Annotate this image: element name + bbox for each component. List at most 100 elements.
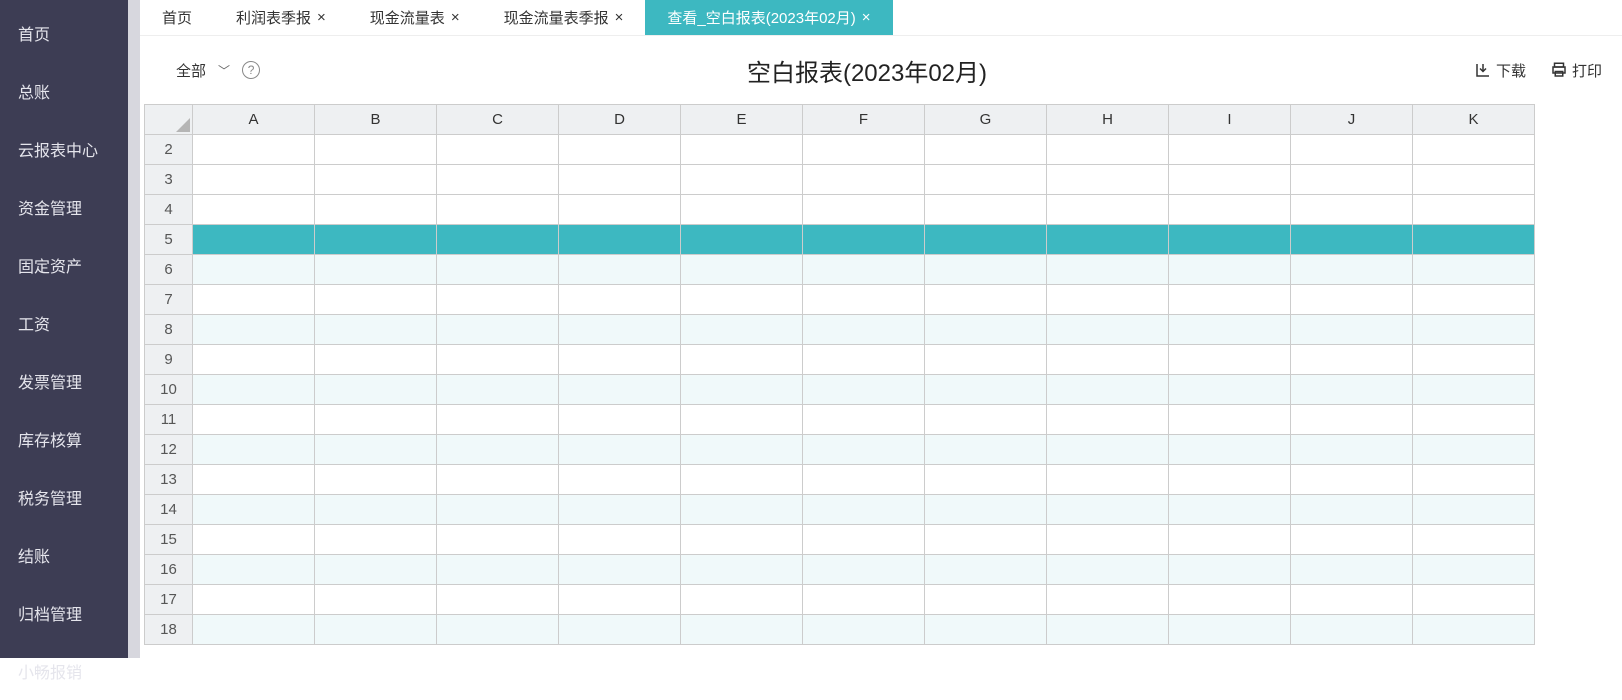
cell-K13[interactable] [1413, 465, 1535, 495]
column-header-F[interactable]: F [803, 105, 925, 135]
cell-H13[interactable] [1047, 465, 1169, 495]
cell-C8[interactable] [437, 315, 559, 345]
cell-A5[interactable] [193, 225, 315, 255]
cell-J10[interactable] [1291, 375, 1413, 405]
tab-4[interactable]: 查看_空白报表(2023年02月)× [645, 0, 892, 35]
cell-E16[interactable] [681, 555, 803, 585]
cell-H6[interactable] [1047, 255, 1169, 285]
cell-D5[interactable] [559, 225, 681, 255]
cell-A18[interactable] [193, 615, 315, 645]
cell-D14[interactable] [559, 495, 681, 525]
cell-D8[interactable] [559, 315, 681, 345]
cell-C2[interactable] [437, 135, 559, 165]
cell-A8[interactable] [193, 315, 315, 345]
cell-B10[interactable] [315, 375, 437, 405]
cell-F6[interactable] [803, 255, 925, 285]
column-header-C[interactable]: C [437, 105, 559, 135]
column-header-B[interactable]: B [315, 105, 437, 135]
cell-C14[interactable] [437, 495, 559, 525]
close-icon[interactable]: × [317, 9, 326, 26]
row-header-10[interactable]: 10 [145, 375, 193, 405]
cell-B12[interactable] [315, 435, 437, 465]
sidebar-item-6[interactable]: 发票管理 [0, 352, 128, 410]
cell-B2[interactable] [315, 135, 437, 165]
cell-F18[interactable] [803, 615, 925, 645]
select-all-corner[interactable] [145, 105, 193, 135]
cell-G2[interactable] [925, 135, 1047, 165]
cell-A3[interactable] [193, 165, 315, 195]
row-header-11[interactable]: 11 [145, 405, 193, 435]
cell-H15[interactable] [1047, 525, 1169, 555]
cell-G3[interactable] [925, 165, 1047, 195]
cell-F15[interactable] [803, 525, 925, 555]
cell-I7[interactable] [1169, 285, 1291, 315]
cell-K11[interactable] [1413, 405, 1535, 435]
sidebar-item-0[interactable]: 首页 [0, 4, 128, 62]
cell-H17[interactable] [1047, 585, 1169, 615]
cell-D4[interactable] [559, 195, 681, 225]
tab-1[interactable]: 利润表季报× [214, 0, 348, 35]
cell-H2[interactable] [1047, 135, 1169, 165]
tab-0[interactable]: 首页 [140, 0, 214, 35]
column-header-K[interactable]: K [1413, 105, 1535, 135]
cell-E2[interactable] [681, 135, 803, 165]
cell-F8[interactable] [803, 315, 925, 345]
cell-D3[interactable] [559, 165, 681, 195]
cell-C10[interactable] [437, 375, 559, 405]
cell-B17[interactable] [315, 585, 437, 615]
cell-E14[interactable] [681, 495, 803, 525]
cell-B6[interactable] [315, 255, 437, 285]
sidebar-item-8[interactable]: 税务管理 [0, 468, 128, 526]
cell-E10[interactable] [681, 375, 803, 405]
close-icon[interactable]: × [451, 9, 460, 26]
cell-C16[interactable] [437, 555, 559, 585]
cell-E9[interactable] [681, 345, 803, 375]
cell-F2[interactable] [803, 135, 925, 165]
cell-D17[interactable] [559, 585, 681, 615]
cell-I9[interactable] [1169, 345, 1291, 375]
cell-E11[interactable] [681, 405, 803, 435]
cell-C6[interactable] [437, 255, 559, 285]
cell-D18[interactable] [559, 615, 681, 645]
cell-H11[interactable] [1047, 405, 1169, 435]
cell-A7[interactable] [193, 285, 315, 315]
cell-A4[interactable] [193, 195, 315, 225]
cell-E17[interactable] [681, 585, 803, 615]
close-icon[interactable]: × [615, 9, 624, 26]
filter-label[interactable]: 全部 [176, 60, 206, 81]
cell-C13[interactable] [437, 465, 559, 495]
tab-3[interactable]: 现金流量表季报× [482, 0, 646, 35]
row-header-9[interactable]: 9 [145, 345, 193, 375]
column-header-G[interactable]: G [925, 105, 1047, 135]
sidebar-item-5[interactable]: 工资 [0, 294, 128, 352]
cell-A11[interactable] [193, 405, 315, 435]
cell-E15[interactable] [681, 525, 803, 555]
sidebar-item-4[interactable]: 固定资产 [0, 236, 128, 294]
cell-H8[interactable] [1047, 315, 1169, 345]
sidebar-item-7[interactable]: 库存核算 [0, 410, 128, 468]
cell-B11[interactable] [315, 405, 437, 435]
cell-G9[interactable] [925, 345, 1047, 375]
cell-K4[interactable] [1413, 195, 1535, 225]
cell-E3[interactable] [681, 165, 803, 195]
cell-G4[interactable] [925, 195, 1047, 225]
row-header-6[interactable]: 6 [145, 255, 193, 285]
cell-D9[interactable] [559, 345, 681, 375]
cell-C18[interactable] [437, 615, 559, 645]
column-header-J[interactable]: J [1291, 105, 1413, 135]
cell-B16[interactable] [315, 555, 437, 585]
cell-B14[interactable] [315, 495, 437, 525]
tab-2[interactable]: 现金流量表× [348, 0, 482, 35]
cell-K10[interactable] [1413, 375, 1535, 405]
cell-K5[interactable] [1413, 225, 1535, 255]
cell-I13[interactable] [1169, 465, 1291, 495]
row-header-3[interactable]: 3 [145, 165, 193, 195]
cell-H18[interactable] [1047, 615, 1169, 645]
cell-H14[interactable] [1047, 495, 1169, 525]
row-header-4[interactable]: 4 [145, 195, 193, 225]
cell-I4[interactable] [1169, 195, 1291, 225]
sidebar-item-10[interactable]: 归档管理 [0, 584, 128, 642]
cell-D2[interactable] [559, 135, 681, 165]
cell-A13[interactable] [193, 465, 315, 495]
cell-B7[interactable] [315, 285, 437, 315]
